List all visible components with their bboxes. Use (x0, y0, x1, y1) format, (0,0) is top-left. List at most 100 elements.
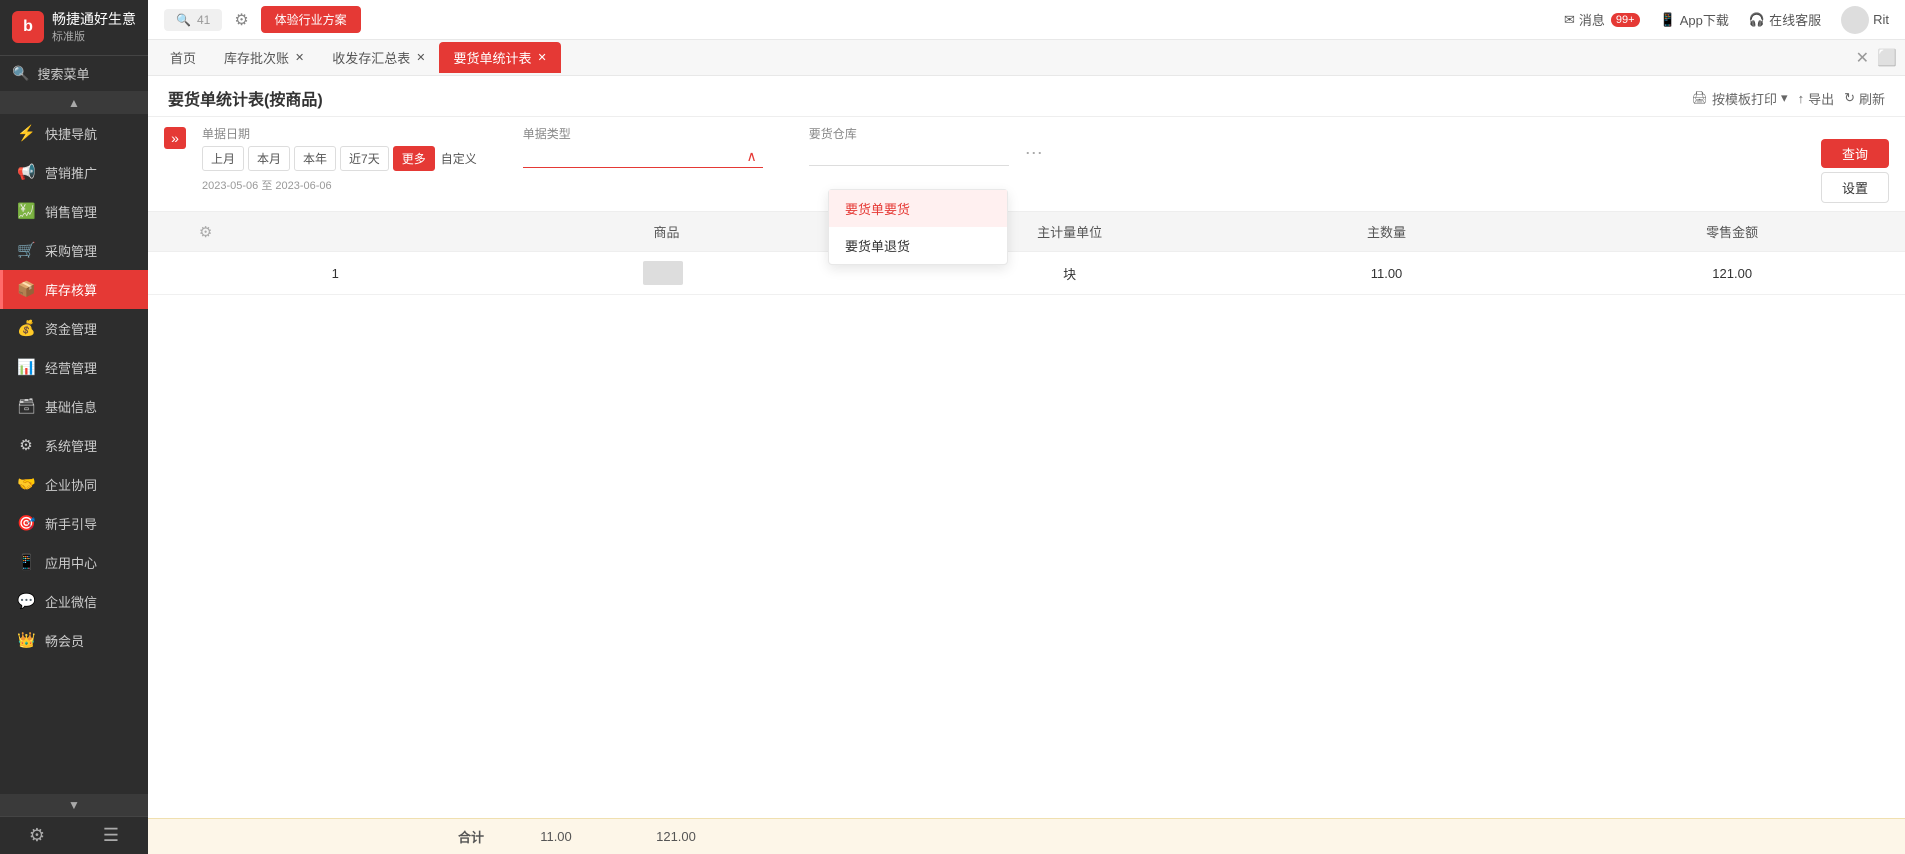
topbar-search[interactable]: 🔍 41 (164, 9, 222, 31)
sidebar-label-system: 系统管理 (45, 436, 97, 455)
date-filter-label: 单据日期 (202, 125, 250, 142)
period-more[interactable]: 更多 (393, 146, 435, 171)
filter-more-options-icon[interactable]: ⋯ (1025, 143, 1043, 164)
export-label: 导出 (1808, 89, 1834, 108)
table-settings-icon[interactable]: ⚙ (199, 224, 212, 241)
logo-icon: b (12, 11, 44, 43)
warehouse-filter-input[interactable] (809, 146, 1009, 166)
sidebar-label-sales: 销售管理 (45, 202, 97, 221)
sidebar-item-guide[interactable]: 🎯 新手引导 (0, 504, 148, 543)
tab-order-stat[interactable]: 要货单统计表 ✕ (439, 42, 560, 73)
refresh-button[interactable]: ↻ 刷新 (1844, 89, 1885, 108)
sales-icon: 💹 (17, 202, 35, 220)
app-download-item[interactable]: 📱 App下载 (1660, 10, 1729, 29)
tab-home-label: 首页 (170, 48, 196, 67)
main-area: 🔍 41 ⚙ 体验行业方案 ✉ 消息 99+ 📱 App下载 🎧 在线客服 (148, 0, 1905, 854)
sidebar-item-enterprise[interactable]: 🤝 企业协同 (0, 465, 148, 504)
tab-inventory-batch-close[interactable]: ✕ (295, 51, 304, 64)
tab-inventory-batch-label: 库存批次账 (224, 48, 289, 67)
message-item[interactable]: ✉ 消息 99+ (1564, 10, 1640, 29)
query-button[interactable]: 查询 (1821, 139, 1889, 168)
vip-icon: 👑 (17, 631, 35, 649)
refresh-label: 刷新 (1859, 89, 1885, 108)
sidebar-search[interactable]: 🔍 搜索菜单 (0, 56, 148, 92)
warehouse-filter-group: 要货仓库 (809, 125, 1009, 166)
sidebar-item-system[interactable]: ⚙ 系统管理 (0, 426, 148, 465)
tab-expand-icon[interactable]: ⬜ (1877, 48, 1897, 68)
sidebar-item-finance[interactable]: 💰 资金管理 (0, 309, 148, 348)
sidebar-item-sales[interactable]: 💹 销售管理 (0, 192, 148, 231)
sidebar-item-operations[interactable]: 📊 经营管理 (0, 348, 148, 387)
col-header-amount: 零售金额 (1559, 212, 1905, 252)
table-header-row: ⚙ 商品 主计量单位 主数量 零售金额 (148, 212, 1905, 252)
sidebar-label-app-center: 应用中心 (45, 553, 97, 572)
sidebar-menu-icon[interactable]: ☰ (103, 825, 119, 846)
tab-home[interactable]: 首页 (156, 42, 210, 73)
footer-qty: 11.00 (496, 829, 616, 844)
sidebar-item-quick-nav[interactable]: ⚡ 快捷导航 (0, 114, 148, 153)
export-button[interactable]: ↑ 导出 (1798, 89, 1835, 108)
filter-bar: » 单据日期 上月 本月 本年 近7天 更多 自定义 2023-05-06 至 … (148, 117, 1905, 212)
marketing-icon: 📢 (17, 163, 35, 181)
sidebar-item-app-center[interactable]: 📱 应用中心 (0, 543, 148, 582)
period-last-month[interactable]: 上月 (202, 146, 244, 171)
date-filter-group: 单据日期 上月 本月 本年 近7天 更多 自定义 2023-05-06 至 20… (202, 125, 477, 193)
refresh-icon: ↻ (1844, 90, 1855, 106)
product-image (643, 261, 683, 285)
tab-receive-summary[interactable]: 收发存汇总表 ✕ (318, 42, 439, 73)
sidebar-item-marketing[interactable]: 📢 营销推广 (0, 153, 148, 192)
period-this-year[interactable]: 本年 (294, 146, 336, 171)
tab-receive-summary-close[interactable]: ✕ (416, 51, 425, 64)
enterprise-icon: 🤝 (17, 475, 35, 493)
user-name: Rit (1873, 12, 1889, 27)
page-actions: 🖨 按模板打印 ▾ ↑ 导出 ↻ 刷新 (1692, 89, 1886, 108)
inventory-icon: 📦 (17, 280, 35, 298)
print-label: 按模板打印 (1712, 89, 1777, 108)
page-header: 要货单统计表(按商品) 🖨 按模板打印 ▾ ↑ 导出 ↻ 刷新 (148, 76, 1905, 117)
table-footer: 合计 11.00 121.00 (148, 818, 1905, 854)
type-filter-input[interactable] (529, 149, 743, 164)
online-service-item[interactable]: 🎧 在线客服 (1749, 10, 1821, 29)
sidebar-item-inventory[interactable]: 📦 库存核算 (0, 270, 148, 309)
tab-order-stat-close[interactable]: ✕ (538, 51, 547, 64)
user-profile[interactable]: Rit (1841, 6, 1889, 34)
sidebar-settings-icon[interactable]: ⚙ (29, 825, 45, 846)
date-range-text: 2023-05-06 至 2023-06-06 (202, 177, 332, 193)
sidebar-scroll-up[interactable]: ▲ (0, 92, 148, 114)
sidebar-scroll-down[interactable]: ▼ (0, 794, 148, 816)
search-icon: 🔍 (12, 65, 29, 82)
dropdown-item-order-return[interactable]: 要货单退货 (829, 227, 1007, 264)
message-icon: ✉ (1564, 12, 1575, 28)
export-icon: ↑ (1798, 91, 1805, 106)
table-row: 1 块 11.00 121.00 (148, 252, 1905, 295)
sidebar-item-purchase[interactable]: 🛒 采购管理 (0, 231, 148, 270)
sidebar-item-vip[interactable]: 👑 畅会员 (0, 621, 148, 660)
filter-expand-button[interactable]: » (164, 127, 186, 149)
print-button[interactable]: 🖨 按模板打印 ▾ (1692, 89, 1788, 108)
sidebar-item-basic-info[interactable]: 🗃 基础信息 (0, 387, 148, 426)
setting-button[interactable]: 设置 (1821, 172, 1889, 203)
print-icon: 🖨 (1692, 90, 1709, 106)
period-this-month[interactable]: 本月 (248, 146, 290, 171)
filter-actions: 查询 设置 (1821, 139, 1889, 203)
sidebar-label-quick-nav: 快捷导航 (45, 124, 97, 143)
online-service-label: 在线客服 (1769, 10, 1821, 29)
tab-inventory-batch[interactable]: 库存批次账 ✕ (210, 42, 318, 73)
message-badge: 99+ (1611, 13, 1640, 27)
topbar-settings-icon[interactable]: ⚙ (234, 10, 248, 30)
app-subtitle: 标准版 (52, 30, 136, 45)
trial-industry-button[interactable]: 体验行业方案 (261, 6, 361, 33)
tab-close-all-icon[interactable]: ✕ (1856, 48, 1869, 68)
dropdown-item-order-return-label: 要货单退货 (845, 239, 910, 254)
operations-icon: 📊 (17, 358, 35, 376)
col-header-settings: ⚙ (148, 212, 263, 252)
period-custom[interactable]: 自定义 (441, 150, 477, 167)
period-last-7-days[interactable]: 近7天 (340, 146, 389, 171)
type-filter-select[interactable]: ∧ (523, 146, 763, 168)
row-amount-cell: 121.00 (1559, 252, 1905, 295)
sidebar-item-wechat[interactable]: 💬 企业微信 (0, 582, 148, 621)
dropdown-item-order-goods[interactable]: 要货单要货 (829, 190, 1007, 227)
tabs-bar-right: ✕ ⬜ (1856, 48, 1897, 68)
sidebar-search-label: 搜索菜单 (37, 64, 89, 83)
sidebar-label-inventory: 库存核算 (45, 280, 97, 299)
